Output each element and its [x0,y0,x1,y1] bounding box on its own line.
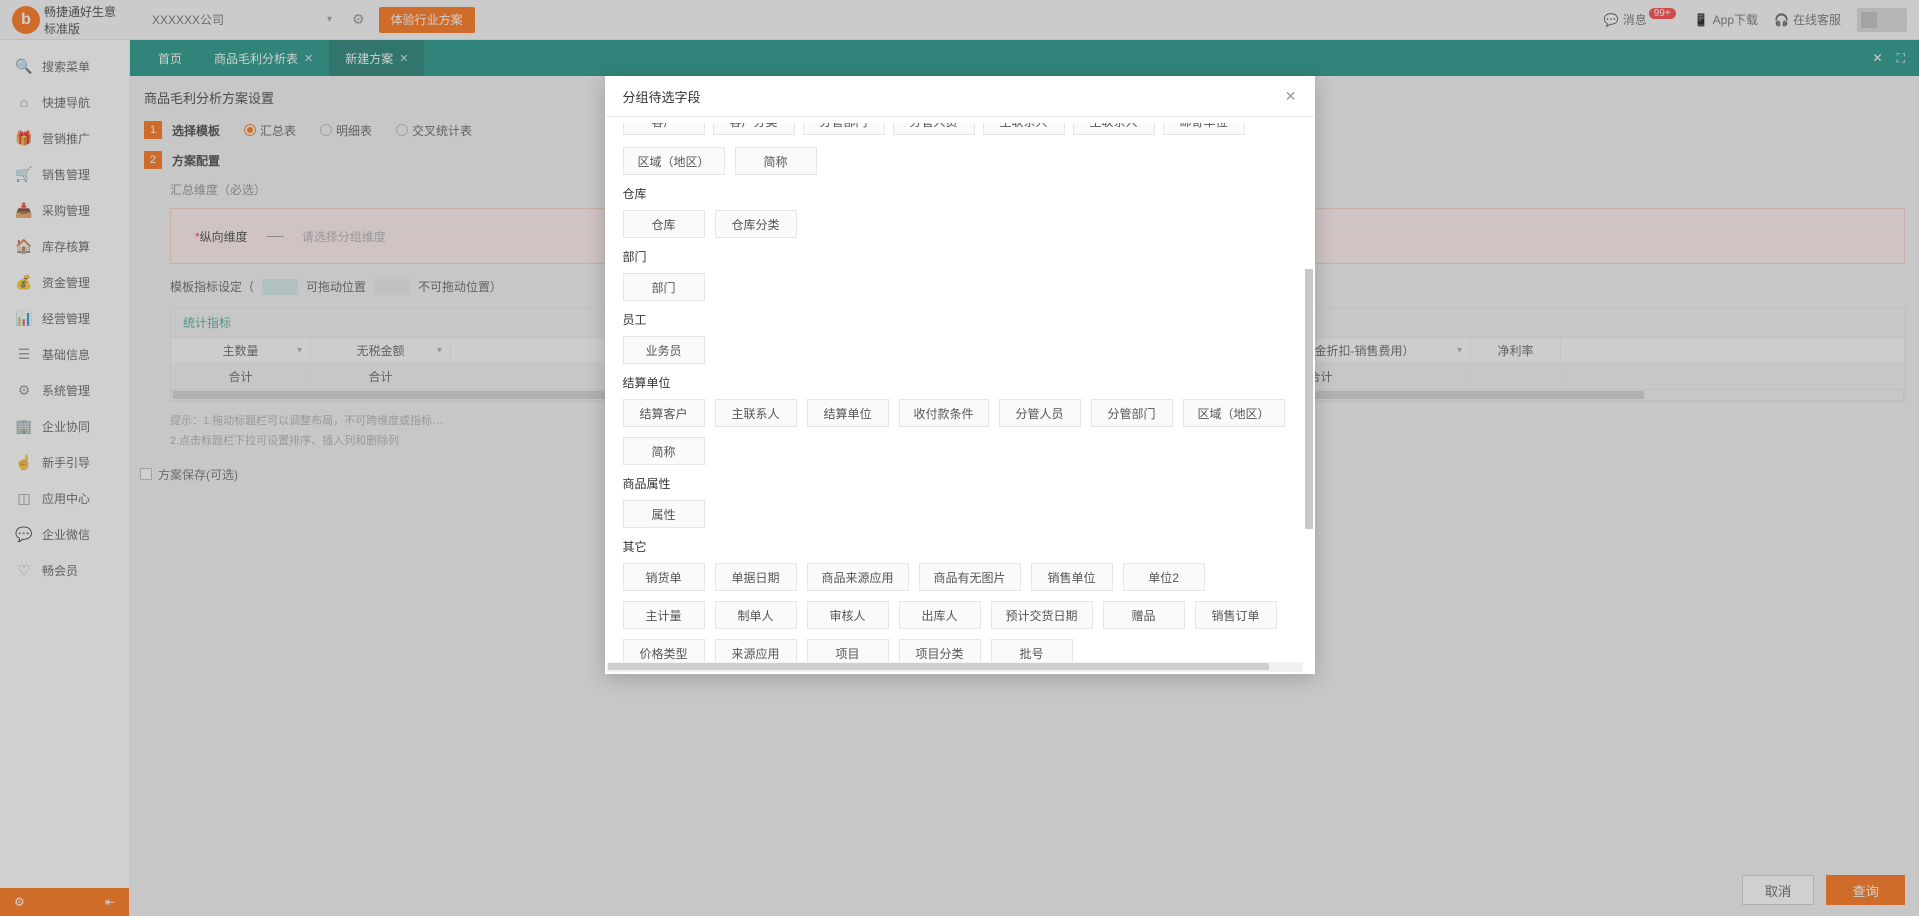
field-chip[interactable]: 主联系人 [1073,123,1155,135]
vertical-scrollbar[interactable] [1305,119,1313,658]
field-chip[interactable]: 区域（地区） [623,147,725,175]
field-chip[interactable]: 预计交货日期 [991,601,1093,629]
field-chip[interactable]: 审核人 [807,601,889,629]
field-chip[interactable]: 收付款条件 [899,399,989,427]
field-row-cut: 客户客户分类分管部门分管人员主联系人主联系人邮寄单位 [623,123,1297,137]
field-chip[interactable]: 制单人 [715,601,797,629]
field-group: 商品属性属性 [623,475,1297,528]
field-group-title: 部门 [623,248,1297,265]
field-chips: 结算客户主联系人结算单位收付款条件分管人员分管部门区域（地区） 简称 [623,399,1297,465]
field-chips: 部门 [623,273,1297,301]
modal-horizontal-scrollbar[interactable] [607,662,1303,672]
field-chip[interactable]: 主联系人 [715,399,797,427]
field-chip[interactable]: 出库人 [899,601,981,629]
field-chip[interactable]: 邮寄单位 [1163,123,1245,135]
field-chips: 业务员 [623,336,1297,364]
field-row: 区域（地区） 简称 [623,147,1297,175]
field-chip[interactable]: 简称 [735,147,817,175]
field-chip[interactable]: 结算单位 [807,399,889,427]
field-chip[interactable]: 分管部门 [1091,399,1173,427]
field-chips: 属性 [623,500,1297,528]
field-group-title: 仓库 [623,185,1297,202]
field-chip[interactable]: 客户 [623,123,705,135]
field-chip[interactable]: 部门 [623,273,705,301]
field-chip[interactable]: 单位2 [1123,563,1205,591]
scrollbar-thumb[interactable] [1305,269,1313,529]
field-chip[interactable]: 简称 [623,437,705,465]
field-chip[interactable]: 销售订单 [1195,601,1277,629]
modal-title: 分组待选字段 [623,87,701,106]
field-chip[interactable]: 销货单 [623,563,705,591]
field-chip[interactable]: 属性 [623,500,705,528]
field-chip[interactable]: 仓库分类 [715,210,797,238]
field-group-title: 其它 [623,538,1297,555]
close-icon[interactable]: ✕ [1285,88,1297,105]
field-group: 部门部门 [623,248,1297,301]
field-chips: 销货单单据日期商品来源应用商品有无图片销售单位单位2 主计量制单人审核人出库人预计… [623,563,1297,667]
field-group: 员工业务员 [623,311,1297,364]
field-chip[interactable]: 商品有无图片 [919,563,1021,591]
field-chip[interactable]: 商品来源应用 [807,563,909,591]
field-group-title: 商品属性 [623,475,1297,492]
group-field-modal: 分组待选字段 ✕ 客户客户分类分管部门分管人员主联系人主联系人邮寄单位 区域（地… [605,76,1315,674]
field-chips: 仓库仓库分类 [623,210,1297,238]
field-chip[interactable]: 主联系人 [983,123,1065,135]
field-group-title: 员工 [623,311,1297,328]
field-group: 其它销货单单据日期商品来源应用商品有无图片销售单位单位2 主计量制单人审核人出库人… [623,538,1297,667]
field-group: 仓库仓库仓库分类 [623,185,1297,238]
field-chip[interactable]: 销售单位 [1031,563,1113,591]
field-group: 结算单位结算客户主联系人结算单位收付款条件分管人员分管部门区域（地区）简称 [623,374,1297,465]
field-chip[interactable]: 赠品 [1103,601,1185,629]
field-group-title: 结算单位 [623,374,1297,391]
field-chip[interactable]: 业务员 [623,336,705,364]
field-chip[interactable]: 分管人员 [893,123,975,135]
field-chip[interactable]: 客户分类 [713,123,795,135]
field-chip[interactable]: 结算客户 [623,399,705,427]
field-chip[interactable]: 单据日期 [715,563,797,591]
field-chip[interactable]: 仓库 [623,210,705,238]
field-chip[interactable]: 主计量 [623,601,705,629]
field-chip[interactable]: 区域（地区） [1183,399,1285,427]
field-chip[interactable]: 分管人员 [999,399,1081,427]
field-chip[interactable]: 分管部门 [803,123,885,135]
